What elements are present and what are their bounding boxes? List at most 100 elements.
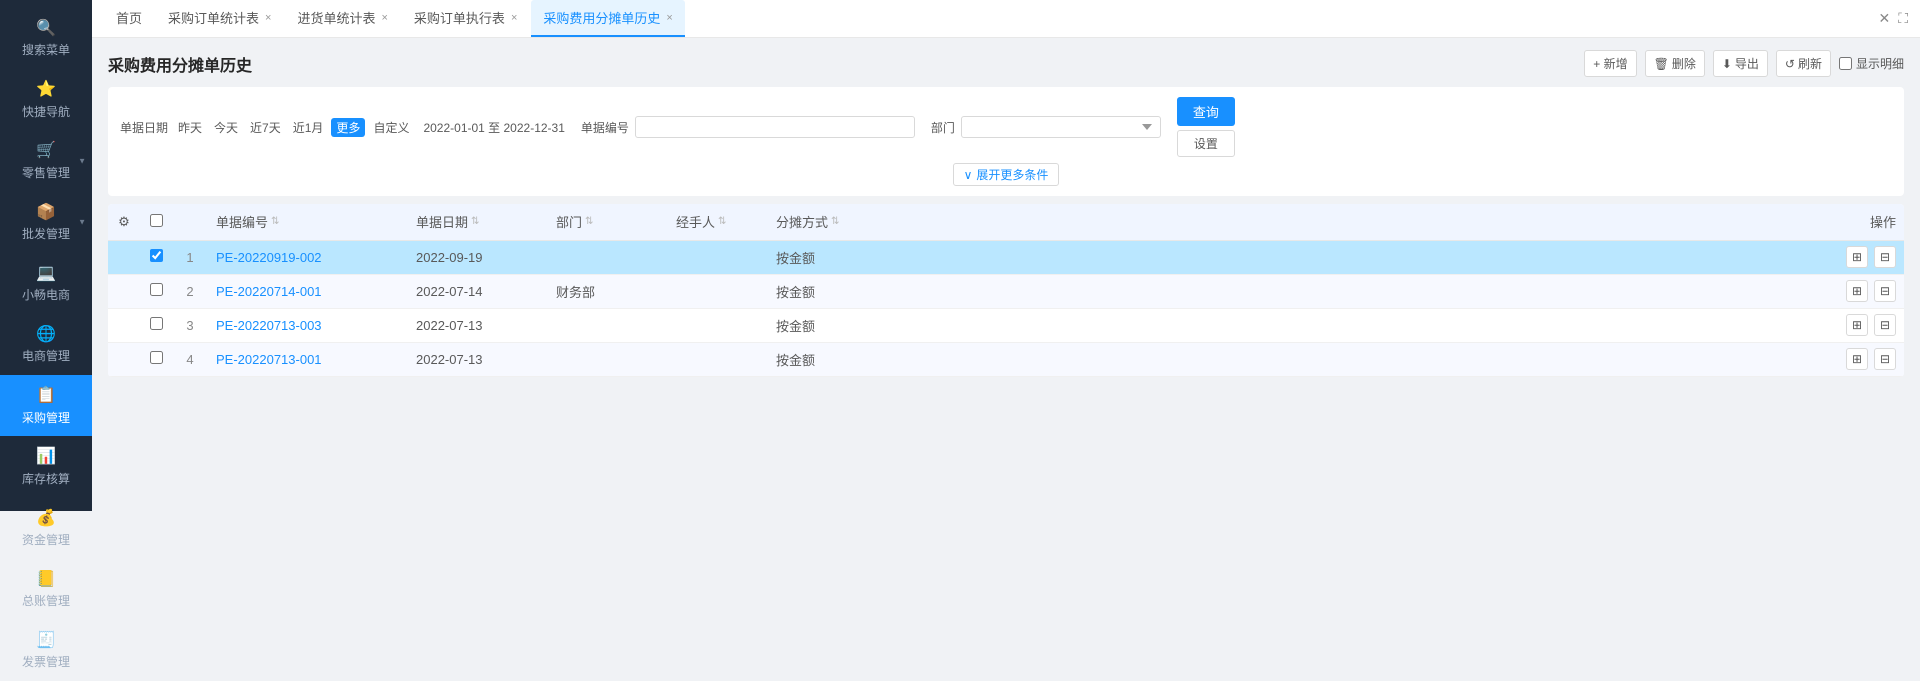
tab-close-purchase-order-stats[interactable]: × (265, 12, 271, 24)
date-range-text: 2022-01-01 至 2022-12-31 (423, 119, 564, 136)
row-action-1: ⊞ ⊟ (1814, 274, 1904, 308)
sidebar-icon-invoice: 🧾 (4, 630, 88, 652)
row-check-0[interactable] (140, 240, 172, 274)
sidebar-icon-ecommerce: 🌐 (4, 324, 88, 346)
tab-purchase-order-stats[interactable]: 采购订单统计表× (156, 0, 283, 37)
date-shortcut-custom[interactable]: 自定义 (369, 118, 413, 137)
filter-settings-button[interactable]: 设置 (1177, 130, 1235, 157)
row-settings-2[interactable] (108, 308, 140, 342)
date-shortcut-today[interactable]: 今天 (210, 118, 242, 137)
sidebar-item-ecommerce[interactable]: 🌐电商管理 (0, 314, 92, 375)
row-checkbox-1[interactable] (150, 283, 163, 296)
row-view-icon-2[interactable]: ⊞ (1846, 314, 1868, 336)
sidebar-item-wholesale[interactable]: 📦批发管理 (0, 192, 92, 253)
date-shortcut-last1m[interactable]: 近1月 (289, 118, 328, 137)
row-edit-icon-2[interactable]: ⊟ (1874, 314, 1896, 336)
sort-icon-method: ⇅ (831, 216, 839, 227)
row-docno-1[interactable]: PE-20220714-001 (208, 274, 408, 308)
th-method: 分摊方式⇅ (768, 204, 1814, 240)
th-dept-label: 部门 (556, 212, 582, 231)
show-cols-checkbox[interactable] (1839, 57, 1852, 70)
sidebar-icon-ledger: 📒 (4, 569, 88, 591)
sidebar-item-finance[interactable]: 💰资金管理 (0, 498, 92, 559)
row-check-1[interactable] (140, 274, 172, 308)
row-handler-0 (668, 240, 768, 274)
sidebar-label-inventory: 库存核算 (22, 472, 70, 486)
row-settings-3[interactable] (108, 342, 140, 376)
add-button[interactable]: + 新增 (1584, 50, 1636, 77)
docno-filter-group: 单据编号 (581, 116, 915, 138)
sidebar: 🔍搜索菜单⭐快捷导航🛒零售管理📦批发管理💻小畅电商🌐电商管理📋采购管理 📊 库存核算… (0, 0, 92, 511)
row-edit-icon-3[interactable]: ⊟ (1874, 348, 1896, 370)
row-view-icon-1[interactable]: ⊞ (1846, 280, 1868, 302)
tab-purchase-cost-alloc[interactable]: 采购费用分摊单历史 × (531, 0, 684, 37)
date-shortcut-yesterday[interactable]: 昨天 (174, 118, 206, 137)
sidebar-icon-inventory: 📊 (4, 446, 88, 468)
sidebar-item-search[interactable]: 🔍搜索菜单 (0, 8, 92, 69)
delete-button[interactable]: 🗑 删除 (1645, 50, 1705, 77)
tab-close-purchase-order-exec[interactable]: × (511, 12, 517, 24)
row-check-2[interactable] (140, 308, 172, 342)
export-button[interactable]: ⬇ 导出 (1713, 50, 1768, 77)
tab-purchase-order-exec[interactable]: 采购订单执行表× (402, 0, 529, 37)
select-all-checkbox[interactable] (150, 214, 163, 227)
date-shortcut-last7[interactable]: 近7天 (246, 118, 285, 137)
sidebar-item-quick-nav[interactable]: ⭐快捷导航 (0, 69, 92, 130)
refresh-button[interactable]: ↺ 刷新 (1776, 50, 1831, 77)
sidebar-label-invoice: 发票管理 (22, 655, 70, 669)
close-window-icon[interactable]: ✕ (1878, 10, 1890, 27)
tab-close-goods-in-stats[interactable]: × (381, 12, 387, 24)
row-date-1: 2022-07-14 (408, 274, 548, 308)
th-docno: 单据编号⇅ (208, 204, 408, 240)
th-check[interactable] (140, 204, 172, 240)
row-checkbox-3[interactable] (150, 351, 163, 364)
page-title: 采购费用分摊单历史 (108, 52, 252, 76)
th-method-label: 分摊方式 (776, 212, 828, 231)
table-header-row: ⚙ 单据编号⇅ 单据日期⇅ 部门⇅ 经手人⇅ (108, 204, 1904, 240)
sidebar-item-ledger[interactable]: 📒总账管理 (0, 559, 92, 620)
export-icon: ⬇ (1722, 57, 1732, 71)
tab-goods-in-stats[interactable]: 进货单统计表× (285, 0, 399, 37)
row-view-icon-0[interactable]: ⊞ (1846, 246, 1868, 268)
sidebar-item-purchase[interactable]: 📋采购管理 (0, 375, 92, 436)
query-button[interactable]: 查询 (1177, 97, 1235, 126)
sort-icon-dept: ⇅ (585, 216, 593, 227)
row-method-0: 按金额 (768, 240, 1814, 274)
row-settings-1[interactable] (108, 274, 140, 308)
row-date-2: 2022-07-13 (408, 308, 548, 342)
tab-close-purchase-cost-alloc[interactable]: × (666, 12, 672, 24)
row-date-3: 2022-07-13 (408, 342, 548, 376)
date-shortcut-more[interactable]: 更多 (331, 118, 365, 137)
sidebar-item-inventory[interactable]: 📊 库存核算 (0, 436, 92, 497)
maximize-window-icon[interactable]: ⛶ (1898, 10, 1908, 27)
table-row: 2 PE-20220714-001 2022-07-14 财务部 按金额 ⊞ ⊟ (108, 274, 1904, 308)
data-table: ⚙ 单据编号⇅ 单据日期⇅ 部门⇅ 经手人⇅ (108, 204, 1904, 377)
row-checkbox-0[interactable] (150, 249, 163, 262)
refresh-label: 刷新 (1798, 55, 1822, 72)
sidebar-item-mini-shop[interactable]: 💻小畅电商 (0, 253, 92, 314)
expand-more-button[interactable]: ∨ 展开更多条件 (953, 163, 1060, 186)
tab-home[interactable]: 首页 (104, 0, 154, 37)
row-checkbox-2[interactable] (150, 317, 163, 330)
th-handler-label: 经手人 (676, 212, 715, 231)
row-edit-icon-0[interactable]: ⊟ (1874, 246, 1896, 268)
sidebar-item-invoice[interactable]: 🧾 发票管理 (0, 620, 92, 681)
row-docno-3[interactable]: PE-20220713-001 (208, 342, 408, 376)
th-settings[interactable]: ⚙ (108, 204, 140, 240)
row-check-3[interactable] (140, 342, 172, 376)
dept-select[interactable] (961, 116, 1161, 138)
expand-icon: ∨ (964, 168, 973, 182)
show-cols-check[interactable]: 显示明细 (1839, 55, 1904, 72)
sidebar-item-retail[interactable]: 🛒零售管理 (0, 130, 92, 191)
sidebar-icon-search: 🔍 (4, 18, 88, 40)
docno-label: 单据编号 (581, 119, 629, 136)
row-dept-0 (548, 240, 668, 274)
row-docno-2[interactable]: PE-20220713-003 (208, 308, 408, 342)
row-docno-0[interactable]: PE-20220919-002 (208, 240, 408, 274)
docno-input[interactable] (635, 116, 915, 138)
expand-label: 展开更多条件 (976, 166, 1048, 183)
row-settings-0[interactable] (108, 240, 140, 274)
row-view-icon-3[interactable]: ⊞ (1846, 348, 1868, 370)
row-edit-icon-1[interactable]: ⊟ (1874, 280, 1896, 302)
tab-label-purchase-cost-alloc: 采购费用分摊单历史 (543, 8, 660, 27)
